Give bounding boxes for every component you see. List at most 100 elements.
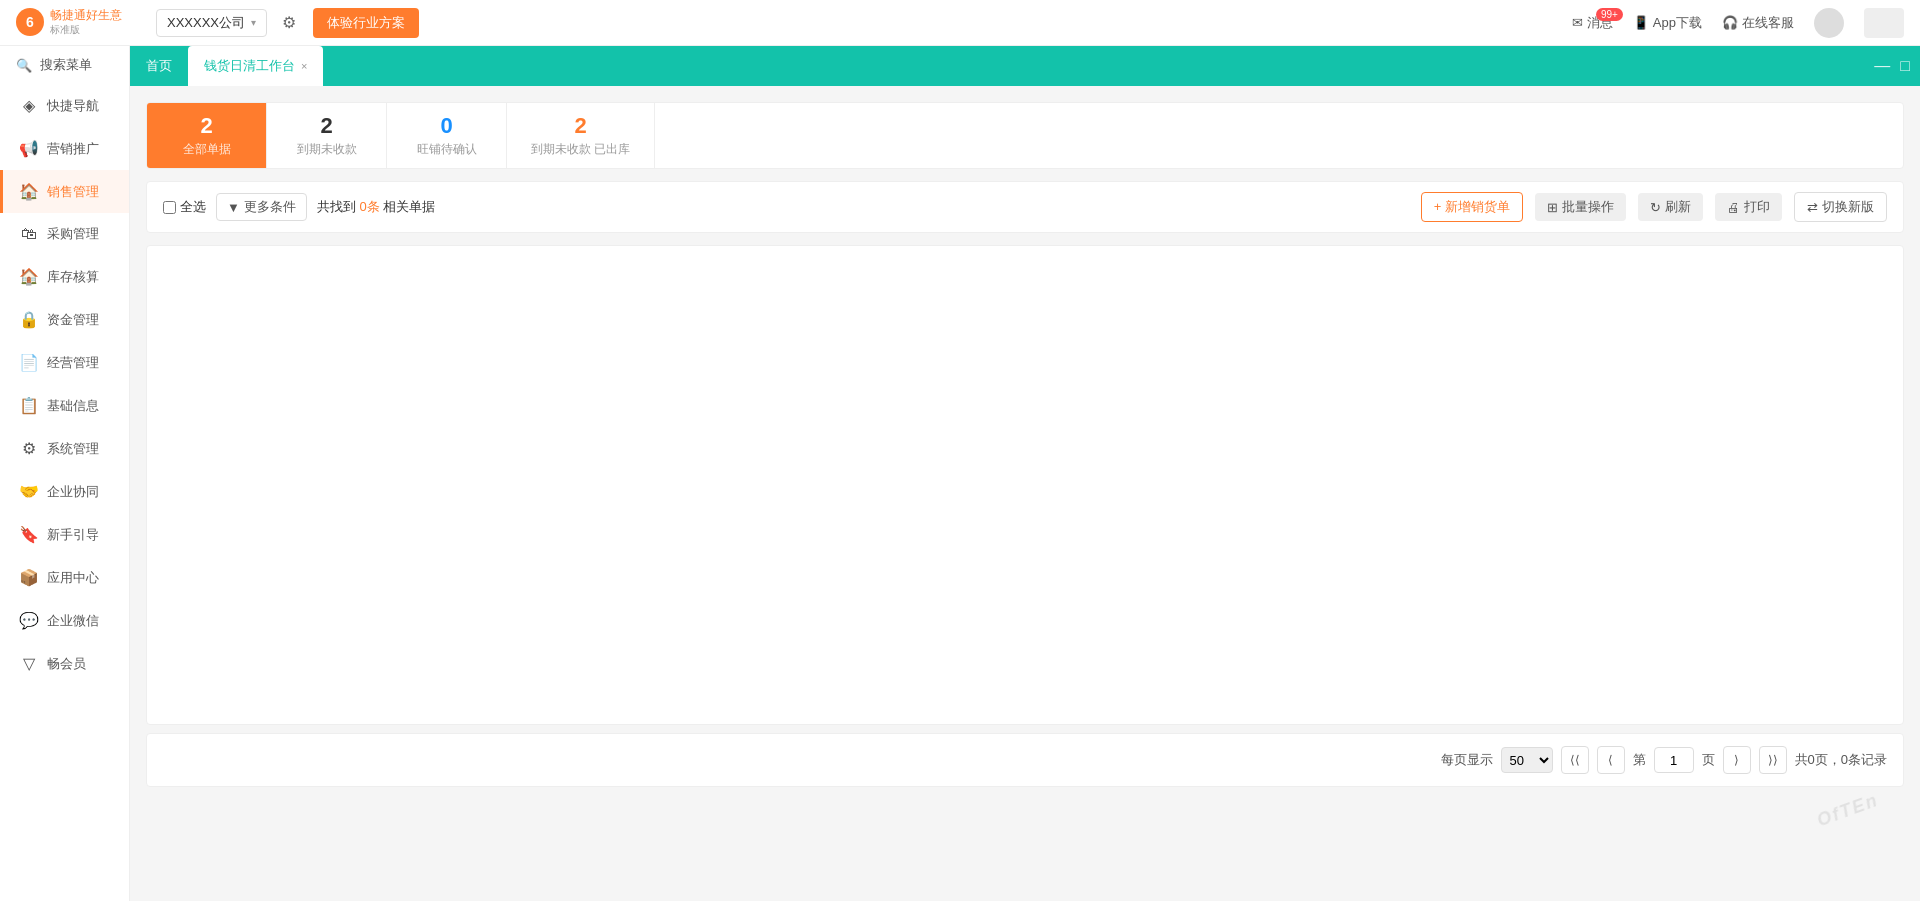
sidebar-item-app-center[interactable]: 📦 应用中心 <box>0 556 129 599</box>
toolbar: 全选 ▼ 更多条件 共找到 0条 相关单据 + 新增销货单 ⊞ 批量操作 ↻ 刷… <box>146 181 1904 233</box>
table-area <box>146 245 1904 725</box>
sidebar-label-operations: 经营管理 <box>47 354 99 372</box>
filter-label: 更多条件 <box>244 198 296 216</box>
last-page-button[interactable]: ⟩⟩ <box>1759 746 1787 774</box>
main-content: 2 全部单据 2到期未收款0旺铺待确认2到期未收款 已出库 全选 ▼ 更多条件 共找… <box>130 86 1920 901</box>
print-icon: 🖨 <box>1727 200 1740 215</box>
select-all-checkbox[interactable]: 全选 <box>163 198 206 216</box>
user-name[interactable] <box>1864 8 1904 38</box>
sidebar-label-guide: 新手引导 <box>47 526 99 544</box>
stats-tab-all[interactable]: 2 全部单据 <box>147 103 267 168</box>
search-menu-item[interactable]: 🔍 搜索菜单 <box>0 46 129 84</box>
trial-button[interactable]: 体验行业方案 <box>313 8 419 38</box>
sidebar-label-app-center: 应用中心 <box>47 569 99 587</box>
page-size-select[interactable]: 50 10 20 100 <box>1501 747 1553 773</box>
sidebar-icon-cooperation: 🤝 <box>19 482 39 501</box>
refresh-button[interactable]: ↻ 刷新 <box>1638 193 1703 221</box>
app-download-button[interactable]: 📱 App下载 <box>1633 14 1702 32</box>
tab-home[interactable]: 首页 <box>130 46 188 86</box>
select-all-label: 全选 <box>180 198 206 216</box>
stats-label-all: 全部单据 <box>171 141 242 158</box>
sidebar-icon-finance: 🔒 <box>19 310 39 329</box>
search-menu-label: 搜索菜单 <box>40 56 92 74</box>
app-version: 标准版 <box>50 23 122 37</box>
sidebar-icon-operations: 📄 <box>19 353 39 372</box>
tab-home-label: 首页 <box>146 57 172 75</box>
sidebar-item-operations[interactable]: 📄 经营管理 <box>0 341 129 384</box>
app-download-label: App下载 <box>1653 14 1702 32</box>
first-page-button[interactable]: ⟨⟨ <box>1561 746 1589 774</box>
company-name: XXXXXX公司 <box>167 14 245 32</box>
tab-qhrq-label: 钱货日清工作台 <box>204 57 295 75</box>
sidebar-item-wechat[interactable]: 💬 企业微信 <box>0 599 129 642</box>
filter-icon: ▼ <box>227 200 240 215</box>
settings-button[interactable]: ⚙ <box>275 9 303 37</box>
sidebar-icon-vip: ▽ <box>19 654 39 673</box>
sidebar-icon-wechat: 💬 <box>19 611 39 630</box>
sidebar-icon-purchase: 🛍 <box>19 225 39 243</box>
switch-version-button[interactable]: ⇄ 切换新版 <box>1794 192 1887 222</box>
sidebar-icon-quick-nav: ◈ <box>19 96 39 115</box>
next-page-button[interactable]: ⟩ <box>1723 746 1751 774</box>
tab-minimize-icon[interactable]: — <box>1874 57 1890 75</box>
toolbar-right: + 新增销货单 ⊞ 批量操作 ↻ 刷新 🖨 打印 ⇄ 切换新版 <box>1421 192 1887 222</box>
new-sale-order-button[interactable]: + 新增销货单 <box>1421 192 1523 222</box>
stats-count-all: 2 <box>171 113 242 139</box>
batch-icon: ⊞ <box>1547 200 1558 215</box>
sidebar-label-quick-nav: 快捷导航 <box>47 97 99 115</box>
avatar[interactable] <box>1814 8 1844 38</box>
tab-bar-actions: — □ <box>1874 57 1920 75</box>
toolbar-left: 全选 ▼ 更多条件 共找到 0条 相关单据 <box>163 193 435 221</box>
logo-area: 6 畅捷通好生意 标准版 <box>16 8 146 36</box>
sidebar-icon-inventory: 🏠 <box>19 267 39 286</box>
select-all-input[interactable] <box>163 201 176 214</box>
page-size-label: 每页显示 <box>1441 751 1493 769</box>
sidebar-item-marketing[interactable]: 📢营销推广 <box>0 127 129 170</box>
sidebar-item-quick-nav[interactable]: ◈ 快捷导航 <box>0 84 129 127</box>
sidebar-item-inventory[interactable]: 🏠 库存核算 <box>0 255 129 298</box>
chevron-down-icon: ▾ <box>251 17 256 28</box>
sidebar-label-vip: 畅会员 <box>47 655 86 673</box>
switch-icon: ⇄ <box>1807 200 1818 215</box>
page-suffix: 页 <box>1702 751 1715 769</box>
sidebar-icon-sales: 🏠 <box>19 182 39 201</box>
sidebar-item-vip[interactable]: ▽ 畅会员 <box>0 642 129 685</box>
sidebar-item-cooperation[interactable]: 🤝 企业协同 <box>0 470 129 513</box>
stats-label-overdue: 到期未收款 <box>291 141 362 158</box>
sidebar-icon-system: ⚙ <box>19 439 39 458</box>
sidebar-item-sales[interactable]: 🏠销售管理 <box>0 170 129 213</box>
online-service-button[interactable]: 🎧 在线客服 <box>1722 14 1794 32</box>
online-service-label: 在线客服 <box>1742 14 1794 32</box>
sidebar-icon-app-center: 📦 <box>19 568 39 587</box>
tab-close-icon[interactable]: × <box>301 60 307 72</box>
page-number-input[interactable] <box>1654 747 1694 773</box>
pagination: 每页显示 50 10 20 100 ⟨⟨ ⟨ 第 页 ⟩ ⟩⟩ 共0页，0条记录 <box>146 733 1904 787</box>
sidebar-label-cooperation: 企业协同 <box>47 483 99 501</box>
stats-label-overdue-out: 到期未收款 已出库 <box>531 141 630 158</box>
sidebar-label-purchase: 采购管理 <box>47 225 99 243</box>
sidebar-item-guide[interactable]: 🔖新手引导 <box>0 513 129 556</box>
messages-button[interactable]: ✉ 消息 99+ <box>1572 14 1613 32</box>
message-badge: 99+ <box>1596 8 1623 21</box>
download-icon: 📱 <box>1633 15 1649 30</box>
filter-button[interactable]: ▼ 更多条件 <box>216 193 307 221</box>
sidebar-item-base-info[interactable]: 📋基础信息 <box>0 384 129 427</box>
tab-maximize-icon[interactable]: □ <box>1900 57 1910 75</box>
sidebar-item-finance[interactable]: 🔒资金管理 <box>0 298 129 341</box>
stats-tab-pending[interactable]: 0旺铺待确认 <box>387 103 507 168</box>
stats-count-pending: 0 <box>411 113 482 139</box>
sidebar-label-inventory: 库存核算 <box>47 268 99 286</box>
prev-page-button[interactable]: ⟨ <box>1597 746 1625 774</box>
batch-operation-button[interactable]: ⊞ 批量操作 <box>1535 193 1626 221</box>
company-selector[interactable]: XXXXXX公司 ▾ <box>156 9 267 37</box>
sidebar-icon-base-info: 📋 <box>19 396 39 415</box>
print-button[interactable]: 🖨 打印 <box>1715 193 1782 221</box>
sidebar-item-system[interactable]: ⚙系统管理 <box>0 427 129 470</box>
message-icon: ✉ <box>1572 15 1583 30</box>
stats-tab-overdue-out[interactable]: 2到期未收款 已出库 <box>507 103 655 168</box>
tab-qhrq[interactable]: 钱货日清工作台 × <box>188 46 323 86</box>
sidebar-label-wechat: 企业微信 <box>47 612 99 630</box>
stats-tab-overdue[interactable]: 2到期未收款 <box>267 103 387 168</box>
header-right: ✉ 消息 99+ 📱 App下载 🎧 在线客服 <box>1572 8 1904 38</box>
sidebar-item-purchase[interactable]: 🛍 采购管理 <box>0 213 129 255</box>
